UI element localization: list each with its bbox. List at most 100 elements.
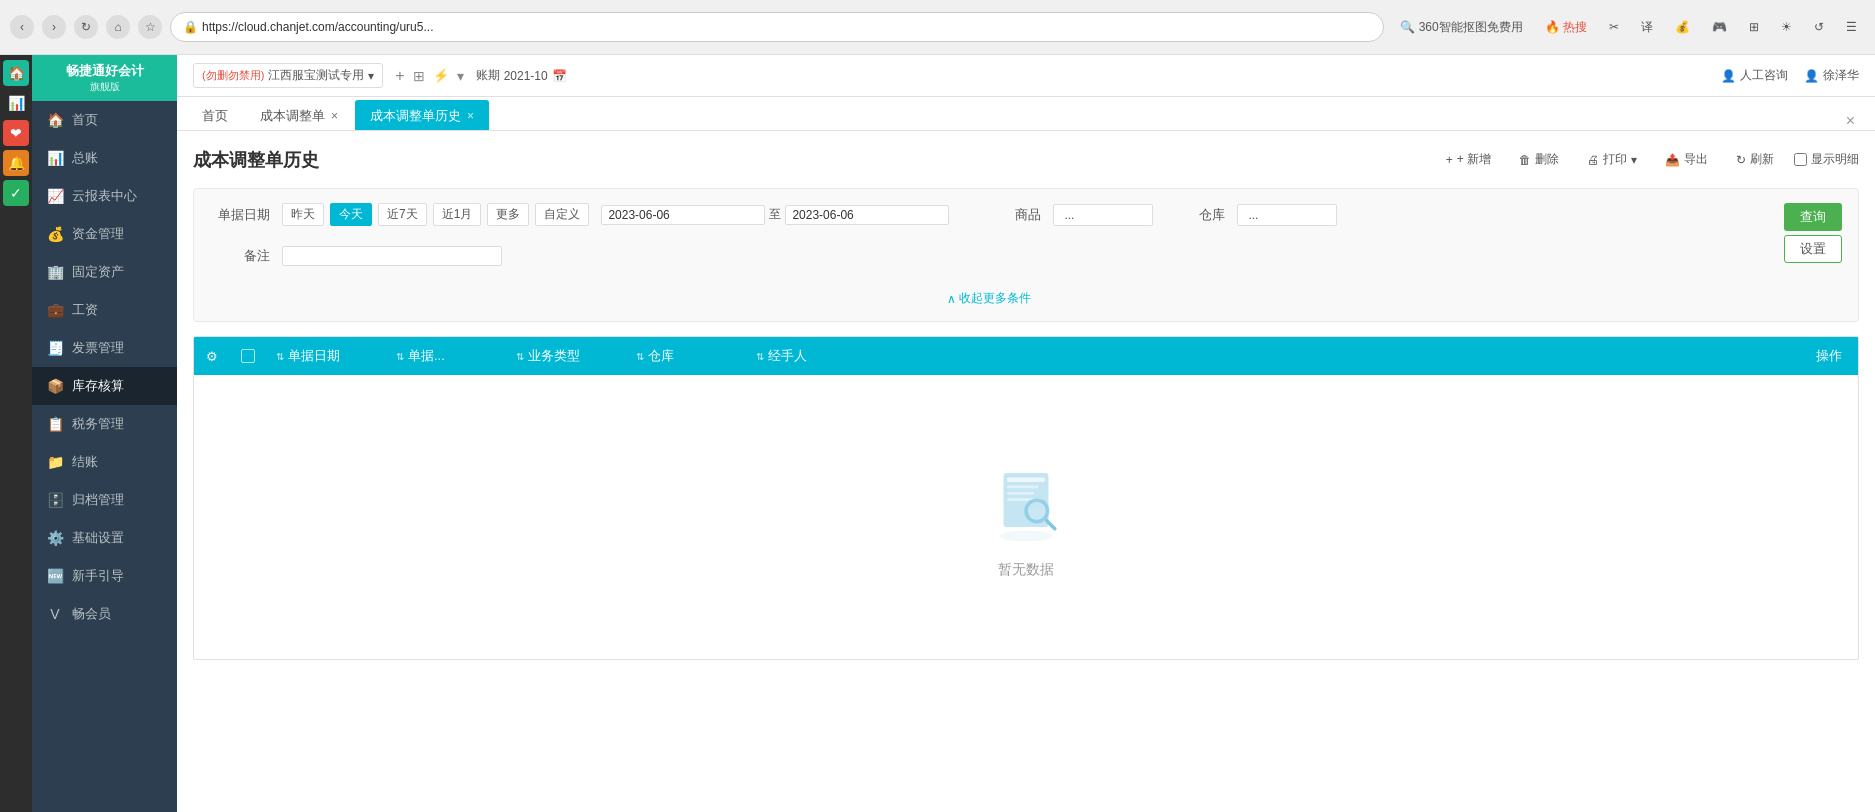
sidebar-item-vip[interactable]: V 畅会员 xyxy=(32,595,177,633)
query-button[interactable]: 查询 xyxy=(1784,203,1842,231)
sort-no-icon: ⇅ xyxy=(396,351,404,362)
close-all-btn[interactable]: × xyxy=(1836,112,1865,130)
empty-text: 暂无数据 xyxy=(998,561,1054,579)
print-btn[interactable]: 🖨 打印 ▾ xyxy=(1579,147,1645,172)
date-btn-1month[interactable]: 近1月 xyxy=(433,203,482,226)
icon-bar-green[interactable]: ✓ xyxy=(3,180,29,206)
sidebar-item-settings[interactable]: ⚙️ 基础设置 xyxy=(32,519,177,557)
sidebar-item-funds[interactable]: 💰 资金管理 xyxy=(32,215,177,253)
theme-tool[interactable]: ☀ xyxy=(1773,17,1800,37)
empty-illustration xyxy=(981,455,1071,545)
url-bar[interactable]: 🔒 https://cloud.chanjet.com/accounting/u… xyxy=(170,12,1384,42)
icon-bar-red[interactable]: ❤ xyxy=(3,120,29,146)
scissors-tool[interactable]: ✂ xyxy=(1601,17,1627,37)
date-range-separator: 至 xyxy=(769,206,781,223)
tab-cost-adjust-history[interactable]: 成本调整单历史 × xyxy=(355,100,489,130)
translate-tool[interactable]: 译 xyxy=(1633,16,1661,39)
date-to-input[interactable] xyxy=(785,205,949,225)
expand-btn[interactable]: ▾ xyxy=(457,68,464,84)
display-checkbox[interactable] xyxy=(1794,153,1807,166)
date-btn-more[interactable]: 更多 xyxy=(487,203,529,226)
add-tab-btn[interactable]: + xyxy=(395,67,404,85)
svg-rect-4 xyxy=(1007,492,1034,495)
th-date[interactable]: ⇅ 单据日期 xyxy=(266,347,386,365)
refresh-button[interactable]: ↻ xyxy=(74,15,98,39)
sidebar-item-home[interactable]: 🏠 首页 xyxy=(32,101,177,139)
vip-icon: V xyxy=(46,606,64,622)
new-btn[interactable]: + + 新增 xyxy=(1438,147,1499,172)
assets-icon: 🏢 xyxy=(46,264,64,280)
home-button[interactable]: ⌂ xyxy=(106,15,130,39)
export-btn[interactable]: 📤 导出 xyxy=(1657,147,1716,172)
logo-subtitle: 旗舰版 xyxy=(40,80,169,93)
tab-cost-adjust[interactable]: 成本调整单 × xyxy=(245,100,353,130)
game-tool[interactable]: 🎮 xyxy=(1704,17,1735,37)
date-label: 单据日期 xyxy=(210,206,270,224)
page-title: 成本调整单历史 xyxy=(193,148,319,172)
table-settings-btn[interactable]: ⚙ xyxy=(194,349,230,364)
date-btn-7days[interactable]: 近7天 xyxy=(378,203,427,226)
note-input[interactable] xyxy=(282,246,502,266)
sidebar-logo[interactable]: 畅捷通好会计 旗舰版 xyxy=(32,55,177,101)
sidebar-item-payroll[interactable]: 💼 工资 xyxy=(32,291,177,329)
refresh-icon: ↻ xyxy=(1736,153,1746,167)
settings-icon: ⚙️ xyxy=(46,530,64,546)
home-icon: 🏠 xyxy=(46,112,64,128)
page-actions: + + 新增 🗑 删除 🖨 打印 ▾ 📤 导出 xyxy=(1438,147,1859,172)
user-btn[interactable]: 👤 徐泽华 xyxy=(1804,67,1859,84)
page-header: 成本调整单历史 + + 新增 🗑 删除 🖨 打印 ▾ xyxy=(193,147,1859,172)
table-checkbox-all[interactable] xyxy=(230,349,266,363)
date-btn-today[interactable]: 今天 xyxy=(330,203,372,226)
table-container: ⚙ ⇅ 单据日期 ⇅ 单据... ⇅ 业务类型 xyxy=(193,336,1859,660)
sidebar-item-closing[interactable]: 📁 结账 xyxy=(32,443,177,481)
company-select[interactable]: (勿删勿禁用) 江西服宝测试专用 ▾ xyxy=(193,63,383,88)
warehouse-dropdown[interactable]: ... xyxy=(1237,204,1337,226)
settings-button[interactable]: 设置 xyxy=(1784,235,1842,263)
menu-tool[interactable]: ☰ xyxy=(1838,17,1865,37)
th-warehouse[interactable]: ⇅ 仓库 xyxy=(626,347,746,365)
goods-dropdown[interactable]: ... xyxy=(1053,204,1153,226)
history-tool[interactable]: ↺ xyxy=(1806,17,1832,37)
refresh-btn[interactable]: ↻ 刷新 xyxy=(1728,147,1782,172)
filter-row-2: 备注 xyxy=(210,246,1768,266)
date-from-input[interactable] xyxy=(601,205,765,225)
warehouse-label: 仓库 xyxy=(1165,206,1225,224)
icon-bar-ledger[interactable]: 📊 xyxy=(3,90,29,116)
delete-btn[interactable]: 🗑 删除 xyxy=(1511,147,1567,172)
tabs-bar: 首页 成本调整单 × 成本调整单历史 × × xyxy=(177,97,1875,131)
help-btn[interactable]: 👤 人工咨询 xyxy=(1721,67,1788,84)
search-tool[interactable]: 🔍 360智能抠图免费用 xyxy=(1392,16,1530,39)
sidebar-item-assets[interactable]: 🏢 固定资产 xyxy=(32,253,177,291)
date-btn-yesterday[interactable]: 昨天 xyxy=(282,203,324,226)
back-button[interactable]: ‹ xyxy=(10,15,34,39)
bookmark-button[interactable]: ☆ xyxy=(138,15,162,39)
sidebar-item-reports[interactable]: 📈 云报表中心 xyxy=(32,177,177,215)
forward-button[interactable]: › xyxy=(42,15,66,39)
sidebar-item-guide[interactable]: 🆕 新手引导 xyxy=(32,557,177,595)
display-toggle[interactable]: 显示明细 xyxy=(1794,151,1859,168)
wallet-tool[interactable]: 💰 xyxy=(1667,17,1698,37)
sidebar-item-ledger[interactable]: 📊 总账 xyxy=(32,139,177,177)
th-no[interactable]: ⇅ 单据... xyxy=(386,347,506,365)
date-btn-custom[interactable]: 自定义 xyxy=(535,203,589,226)
tab-home-label: 首页 xyxy=(202,107,228,125)
help-icon: 👤 xyxy=(1721,69,1736,83)
grid-tool[interactable]: ⊞ xyxy=(1741,17,1767,37)
filter-section: 单据日期 昨天 今天 近7天 近1月 更多 自定义 xyxy=(193,188,1859,322)
th-type[interactable]: ⇅ 业务类型 xyxy=(506,347,626,365)
tab-home[interactable]: 首页 xyxy=(187,100,243,130)
manage-tabs-btn[interactable]: ⊞ xyxy=(413,68,425,84)
payroll-icon: 💼 xyxy=(46,302,64,318)
hot-tool[interactable]: 🔥 热搜 xyxy=(1537,16,1595,39)
sidebar-item-tax[interactable]: 📋 税务管理 xyxy=(32,405,177,443)
th-operator[interactable]: ⇅ 经手人 xyxy=(746,347,866,365)
tab-cost-adjust-close[interactable]: × xyxy=(331,109,338,123)
icon-bar-home[interactable]: 🏠 xyxy=(3,60,29,86)
top-bar: (勿删勿禁用) 江西服宝测试专用 ▾ + ⊞ ⚡ ▾ 账期 2021-10 📅 … xyxy=(177,55,1875,97)
sidebar-item-inventory[interactable]: 📦 库存核算 xyxy=(32,367,177,405)
sidebar-item-invoice[interactable]: 🧾 发票管理 xyxy=(32,329,177,367)
icon-bar-orange[interactable]: 🔔 xyxy=(3,150,29,176)
collapse-btn[interactable]: ∧ 收起更多条件 xyxy=(947,290,1031,307)
tab-cost-adjust-history-close[interactable]: × xyxy=(467,109,474,123)
sidebar-item-archive[interactable]: 🗄️ 归档管理 xyxy=(32,481,177,519)
